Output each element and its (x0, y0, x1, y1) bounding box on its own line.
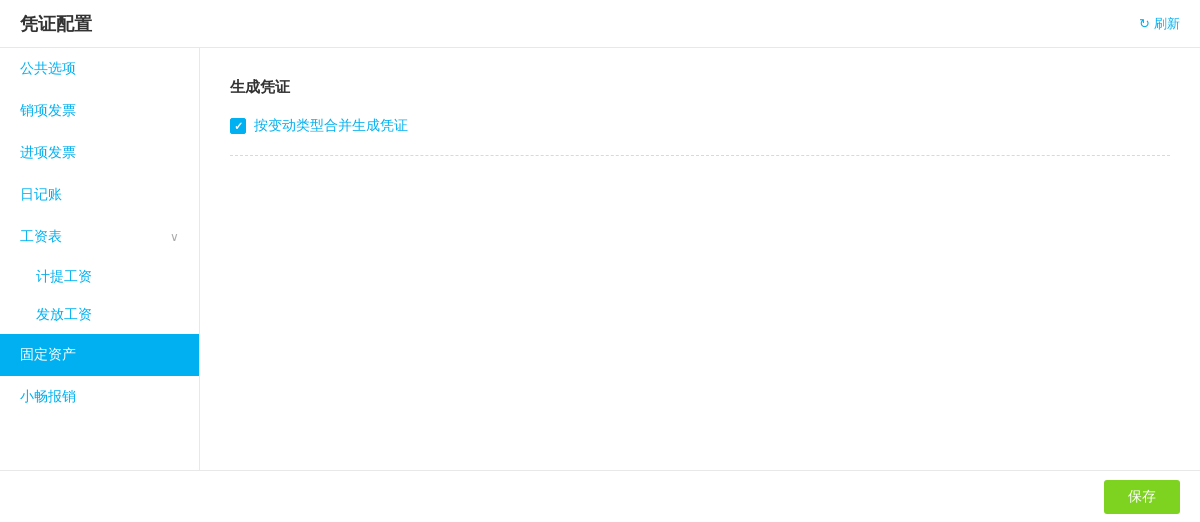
refresh-button[interactable]: ↻ 刷新 (1139, 15, 1180, 33)
sidebar: 公共选项 销项发票 进项发票 日记账 工资表 ∨ 计提工资 发放工资 固定资产 … (0, 48, 200, 470)
sidebar-item-purchase-invoice[interactable]: 进项发票 (0, 132, 199, 174)
sidebar-item-label: 计提工资 (36, 268, 92, 284)
sidebar-item-expense-report[interactable]: 小畅报销 (0, 376, 199, 418)
sidebar-item-payroll-table[interactable]: 工资表 ∨ (0, 216, 199, 258)
section-divider (230, 155, 1170, 156)
sidebar-item-label: 日记账 (20, 186, 62, 204)
sidebar-item-label: 固定资产 (20, 346, 76, 364)
sidebar-item-label: 发放工资 (36, 306, 92, 322)
sidebar-item-label: 进项发票 (20, 144, 76, 162)
sidebar-item-label: 销项发票 (20, 102, 76, 120)
sidebar-item-label: 工资表 (20, 228, 62, 246)
sidebar-item-label: 公共选项 (20, 60, 76, 78)
sidebar-item-journal[interactable]: 日记账 (0, 174, 199, 216)
page-title: 凭证配置 (20, 12, 92, 36)
main-layout: 公共选项 销项发票 进项发票 日记账 工资表 ∨ 计提工资 发放工资 固定资产 … (0, 48, 1200, 470)
sidebar-item-public-options[interactable]: 公共选项 (0, 48, 199, 90)
content-area: 生成凭证 按变动类型合并生成凭证 (200, 48, 1200, 470)
checkbox-label: 按变动类型合并生成凭证 (254, 117, 408, 135)
sidebar-item-pay-payroll[interactable]: 发放工资 (0, 296, 199, 334)
sidebar-item-label: 小畅报销 (20, 388, 76, 406)
footer: 保存 (0, 470, 1200, 522)
sidebar-item-fixed-assets[interactable]: 固定资产 (0, 334, 199, 376)
checkbox-row: 按变动类型合并生成凭证 (230, 117, 1170, 135)
section-title: 生成凭证 (230, 78, 1170, 97)
refresh-label: 刷新 (1154, 15, 1180, 33)
save-button[interactable]: 保存 (1104, 480, 1180, 514)
refresh-icon: ↻ (1139, 16, 1150, 31)
chevron-down-icon: ∨ (170, 230, 179, 244)
sidebar-item-sales-invoice[interactable]: 销项发票 (0, 90, 199, 132)
sidebar-item-calc-payroll[interactable]: 计提工资 (0, 258, 199, 296)
merge-by-type-checkbox[interactable] (230, 118, 246, 134)
header: 凭证配置 ↻ 刷新 (0, 0, 1200, 48)
